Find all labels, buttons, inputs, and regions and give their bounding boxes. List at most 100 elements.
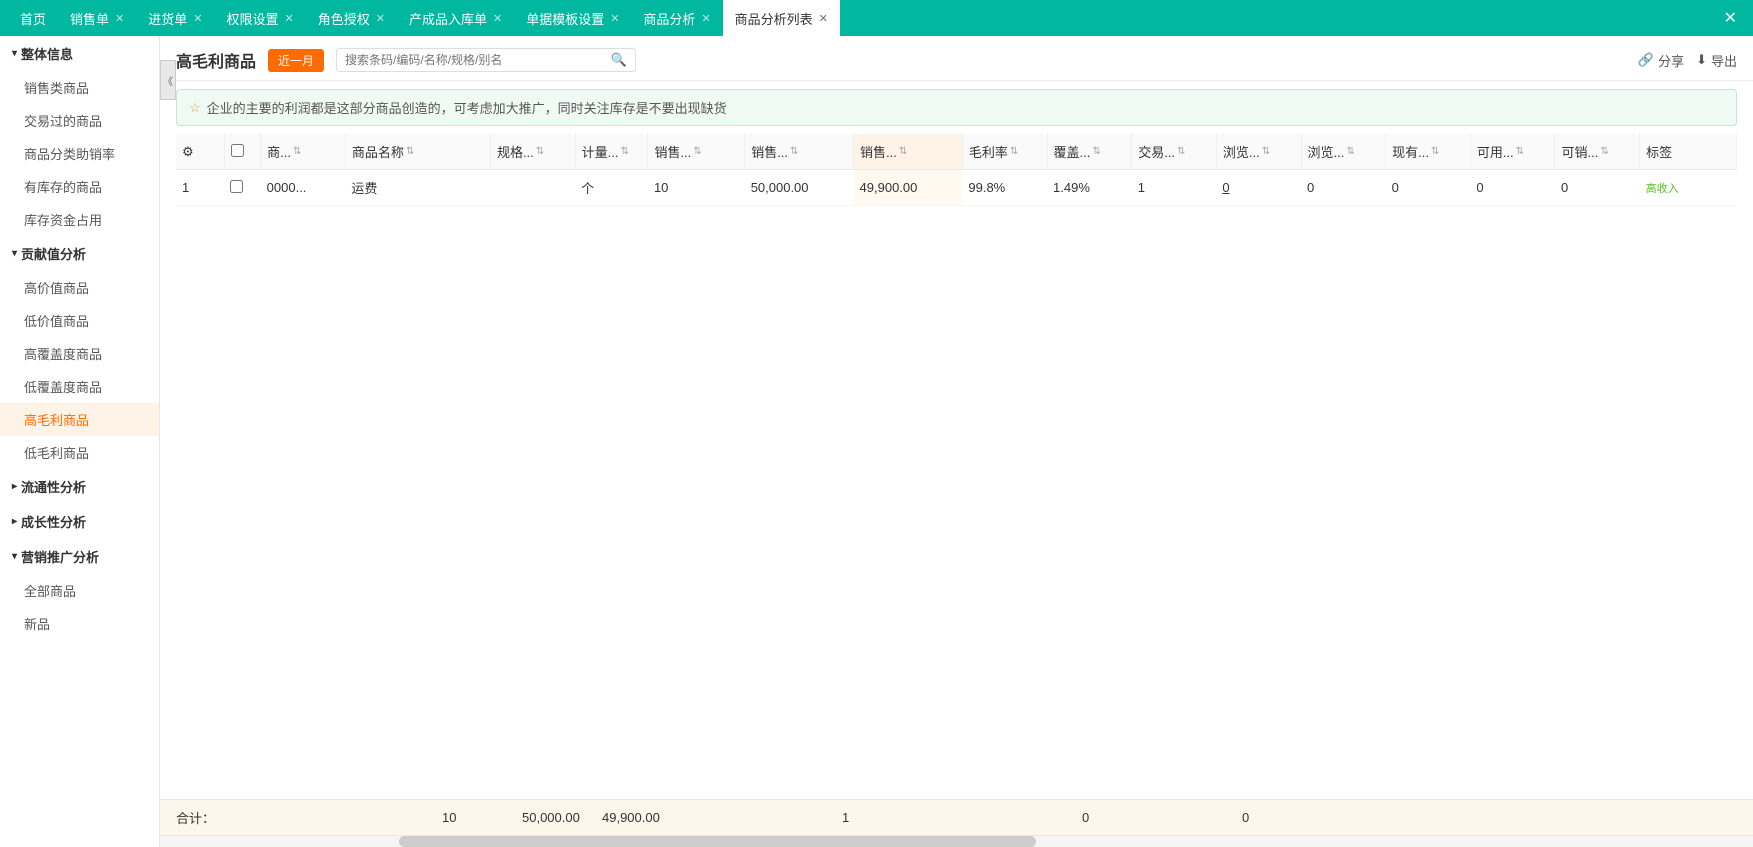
nav-tab-template[interactable]: 单据模板设置 ✕ [514, 0, 631, 36]
col-stock-sellable: 可销... ⇅ [1555, 134, 1640, 170]
sidebar-section-growth[interactable]: ▸ 成长性分析 [0, 504, 159, 539]
col-gross-rate: 毛利率 ⇅ [962, 134, 1047, 170]
close-icon[interactable]: ✕ [376, 12, 385, 25]
sort-icon[interactable]: ⇅ [1431, 146, 1439, 157]
nav-tab-role[interactable]: 角色授权 ✕ [306, 0, 397, 36]
sidebar-item-new-goods[interactable]: 新品 [0, 607, 159, 640]
sort-icon[interactable]: ⇅ [1092, 146, 1100, 157]
sidebar-item-sales-goods[interactable]: 销售类商品 [0, 71, 159, 104]
share-icon: 🔗 [1638, 52, 1654, 68]
sidebar-item-stock-goods[interactable]: 有库存的商品 [0, 170, 159, 203]
sidebar-item-traded-goods[interactable]: 交易过的商品 [0, 104, 159, 137]
cell-code: 0000... [261, 170, 346, 206]
col-code: 商... ⇅ [261, 134, 346, 170]
chevron-down-icon: ▾ [12, 551, 17, 562]
content-header: 高毛利商品 近一月 🔍 🔗 分享 ⬇ 导出 [160, 36, 1753, 81]
sort-icon[interactable]: ⇅ [1516, 146, 1524, 157]
col-checkbox [224, 134, 260, 170]
sidebar-item-low-gross[interactable]: 低毛利商品 [0, 436, 159, 469]
sidebar-item-all-goods[interactable]: 全部商品 [0, 574, 159, 607]
close-icon[interactable]: ✕ [115, 12, 124, 25]
close-icon[interactable]: ✕ [285, 12, 294, 25]
col-coverage: 覆盖... ⇅ [1047, 134, 1132, 170]
cell-gross-rate: 99.8% [962, 170, 1047, 206]
sidebar-section-marketing[interactable]: ▾ 营销推广分析 [0, 539, 159, 574]
sort-icon[interactable]: ⇅ [1177, 146, 1185, 157]
close-icon[interactable]: ✕ [701, 12, 710, 25]
nav-tab-analysis-list[interactable]: 商品分析列表 ✕ [723, 0, 840, 36]
nav-tab-product-inbound[interactable]: 产成品入库单 ✕ [397, 0, 514, 36]
table-container: ⚙ 商... ⇅ [160, 134, 1753, 799]
nav-tab-purchase[interactable]: 进货单 ✕ [136, 0, 214, 36]
col-views1: 浏览... ⇅ [1216, 134, 1301, 170]
sidebar-item-low-value[interactable]: 低价值商品 [0, 304, 159, 337]
sidebar-item-low-coverage[interactable]: 低覆盖度商品 [0, 370, 159, 403]
chevron-right-icon: ▸ [12, 481, 17, 492]
footer-label: 合计： [176, 808, 436, 827]
cell-transactions: 1 [1132, 170, 1217, 206]
top-nav: 首页 销售单 ✕ 进货单 ✕ 权限设置 ✕ 角色授权 ✕ 产成品入库单 ✕ 单据… [0, 0, 1753, 36]
col-name: 商品名称 ⇅ [345, 134, 490, 170]
data-table: ⚙ 商... ⇅ [176, 134, 1737, 206]
sort-icon[interactable]: ⇅ [536, 146, 544, 157]
sort-icon[interactable]: ⇅ [1262, 146, 1270, 157]
cell-sales-cost: 49,900.00 [854, 170, 963, 206]
nav-tab-permission[interactable]: 权限设置 ✕ [214, 0, 305, 36]
export-icon: ⬇ [1696, 52, 1707, 68]
sidebar-item-high-gross[interactable]: 高毛利商品 [0, 403, 159, 436]
footer-empty2 [756, 810, 836, 825]
sort-icon[interactable]: ⇅ [790, 146, 798, 157]
cell-sales-qty: 10 [648, 170, 745, 206]
sort-icon[interactable]: ⇅ [899, 146, 907, 157]
sidebar-section-circulation[interactable]: ▸ 流通性分析 [0, 469, 159, 504]
col-unit: 计量... ⇅ [575, 134, 648, 170]
footer-sales-amount: 50,000.00 [516, 810, 596, 825]
nav-tab-analysis[interactable]: 商品分析 ✕ [631, 0, 722, 36]
select-all-checkbox[interactable] [231, 144, 244, 157]
close-icon[interactable]: ✕ [819, 12, 828, 25]
chevron-down-icon: ▾ [12, 248, 17, 259]
nav-close-all-button[interactable]: ✕ [1716, 8, 1745, 28]
cell-stock-sellable: 0 [1555, 170, 1640, 206]
export-button[interactable]: ⬇ 导出 [1696, 51, 1737, 70]
share-button[interactable]: 🔗 分享 [1638, 51, 1684, 70]
sidebar-section-overall[interactable]: ▾ 整体信息 [0, 36, 159, 71]
sort-icon[interactable]: ⇅ [693, 146, 701, 157]
sort-icon[interactable]: ⇅ [406, 146, 414, 157]
views1-link[interactable]: 0 [1222, 180, 1229, 195]
sidebar-item-high-coverage[interactable]: 高覆盖度商品 [0, 337, 159, 370]
sort-icon[interactable]: ⇅ [1600, 146, 1608, 157]
sidebar-item-category-rate[interactable]: 商品分类助销率 [0, 137, 159, 170]
cell-spec [490, 170, 575, 206]
sort-icon[interactable]: ⇅ [1346, 146, 1354, 157]
cell-sales-amount: 50,000.00 [745, 170, 854, 206]
close-icon[interactable]: ✕ [193, 12, 202, 25]
settings-icon[interactable]: ⚙ [182, 144, 194, 160]
footer-sales-qty: 10 [436, 810, 516, 825]
sort-icon[interactable]: ⇅ [620, 146, 628, 157]
search-icon[interactable]: 🔍 [611, 52, 627, 68]
sort-icon[interactable]: ⇅ [1010, 146, 1018, 157]
sidebar-item-stock-capital[interactable]: 库存资金占用 [0, 203, 159, 236]
row-checkbox[interactable] [230, 180, 243, 193]
sidebar-toggle-button[interactable]: 《 [160, 60, 176, 100]
page-title: 高毛利商品 [176, 48, 256, 72]
filter-month-button[interactable]: 近一月 [268, 49, 324, 72]
sidebar-item-high-value[interactable]: 高价值商品 [0, 271, 159, 304]
sort-icon[interactable]: ⇅ [293, 146, 301, 157]
bottom-scrollbar[interactable] [160, 835, 1753, 847]
sidebar-section-contribution[interactable]: ▾ 贡献值分析 [0, 236, 159, 271]
nav-tab-sales[interactable]: 销售单 ✕ [58, 0, 136, 36]
footer-row: 合计： 10 50,000.00 49,900.00 1 0 0 [160, 799, 1753, 835]
header-actions: 🔗 分享 ⬇ 导出 [1638, 51, 1737, 70]
footer-empty3 [916, 810, 996, 825]
search-input[interactable] [345, 53, 611, 67]
footer-stock-sellable: 0 [1236, 810, 1316, 825]
close-icon[interactable]: ✕ [610, 12, 619, 25]
info-icon: ☆ [189, 100, 201, 116]
close-icon[interactable]: ✕ [493, 12, 502, 25]
nav-tab-home[interactable]: 首页 [8, 0, 58, 36]
cell-seq: 1 [176, 170, 224, 206]
main-container: ▾ 整体信息 销售类商品 交易过的商品 商品分类助销率 有库存的商品 库存资金占… [0, 36, 1753, 847]
scrollbar-thumb [399, 836, 1036, 847]
